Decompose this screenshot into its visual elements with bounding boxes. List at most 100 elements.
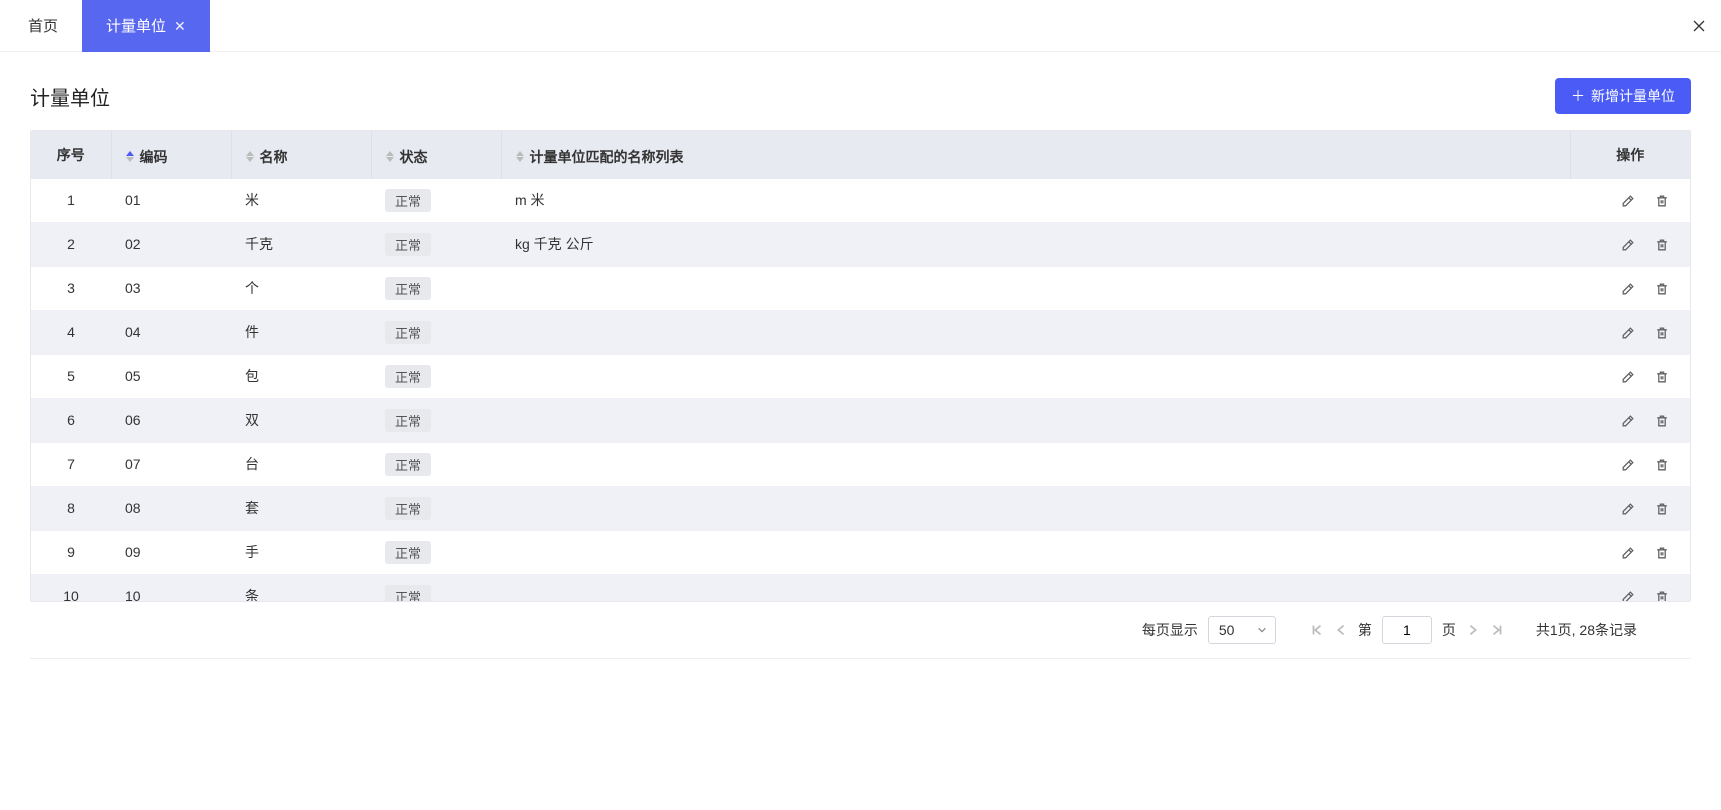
table-row: 10 10 条 正常: [31, 574, 1690, 601]
table-wrap: 序号 编码: [30, 130, 1691, 602]
edit-icon[interactable]: [1620, 545, 1636, 561]
page-wrap: 计量单位 ＋ 新增计量单位 序号: [0, 52, 1721, 677]
cell-index: 8: [31, 486, 111, 530]
th-status[interactable]: 状态: [371, 131, 501, 179]
delete-icon[interactable]: [1654, 193, 1670, 209]
cell-status: 正常: [371, 486, 501, 530]
cell-ops: [1570, 179, 1690, 223]
edit-icon[interactable]: [1620, 589, 1636, 601]
cell-index: 6: [31, 398, 111, 442]
table-row: 9 09 手 正常: [31, 530, 1690, 574]
data-table: 序号 编码: [31, 131, 1690, 601]
status-badge: 正常: [385, 585, 431, 602]
tabs-right-controls: [1689, 0, 1709, 52]
first-page-icon[interactable]: [1310, 623, 1324, 637]
edit-icon[interactable]: [1620, 413, 1636, 429]
prev-page-icon[interactable]: [1334, 623, 1348, 637]
th-code-label: 编码: [140, 147, 168, 167]
status-badge: 正常: [385, 497, 431, 520]
table-scroll[interactable]: 序号 编码: [31, 131, 1690, 601]
cell-ops: [1570, 398, 1690, 442]
cell-code: 01: [111, 179, 231, 223]
cell-ops: [1570, 310, 1690, 354]
cell-index: 1: [31, 179, 111, 223]
sort-icon[interactable]: [516, 151, 524, 162]
edit-icon[interactable]: [1620, 501, 1636, 517]
table-row: 1 01 米 正常 m 米: [31, 179, 1690, 223]
delete-icon[interactable]: [1654, 325, 1670, 341]
cell-code: 09: [111, 530, 231, 574]
th-alias[interactable]: 计量单位匹配的名称列表: [501, 131, 1570, 179]
delete-icon[interactable]: [1654, 237, 1670, 253]
page-prefix: 第: [1358, 620, 1372, 640]
edit-icon[interactable]: [1620, 193, 1636, 209]
th-code[interactable]: 编码: [111, 131, 231, 179]
cell-ops: [1570, 266, 1690, 310]
tabs-bar: 首页 计量单位 ✕: [0, 0, 1721, 52]
cell-code: 03: [111, 266, 231, 310]
page-suffix: 页: [1442, 620, 1456, 640]
th-index-label: 序号: [57, 147, 85, 163]
edit-icon[interactable]: [1620, 457, 1636, 473]
cell-code: 07: [111, 442, 231, 486]
th-name[interactable]: 名称: [231, 131, 371, 179]
edit-icon[interactable]: [1620, 237, 1636, 253]
cell-name: 件: [231, 310, 371, 354]
table-row: 2 02 千克 正常 kg 千克 公斤: [31, 222, 1690, 266]
cell-alias: [501, 398, 1570, 442]
panel: 计量单位 ＋ 新增计量单位 序号: [10, 62, 1711, 667]
sort-icon[interactable]: [246, 151, 254, 162]
sort-icon[interactable]: [386, 151, 394, 162]
th-status-label: 状态: [400, 147, 428, 167]
page-title: 计量单位: [30, 82, 110, 111]
cell-name: 套: [231, 486, 371, 530]
delete-icon[interactable]: [1654, 369, 1670, 385]
status-badge: 正常: [385, 365, 431, 388]
delete-icon[interactable]: [1654, 281, 1670, 297]
next-page-icon[interactable]: [1466, 623, 1480, 637]
cell-alias: [501, 442, 1570, 486]
page-header: 计量单位 ＋ 新增计量单位: [30, 78, 1691, 114]
status-badge: 正常: [385, 453, 431, 476]
tab-unit[interactable]: 计量单位 ✕: [82, 0, 210, 52]
cell-status: 正常: [371, 222, 501, 266]
sort-icon[interactable]: [126, 151, 134, 162]
tab-home[interactable]: 首页: [4, 0, 82, 52]
status-badge: 正常: [385, 233, 431, 256]
delete-icon[interactable]: [1654, 457, 1670, 473]
delete-icon[interactable]: [1654, 501, 1670, 517]
delete-icon[interactable]: [1654, 413, 1670, 429]
status-badge: 正常: [385, 409, 431, 432]
cell-code: 05: [111, 354, 231, 398]
tab-unit-label: 计量单位: [106, 15, 166, 36]
cell-code: 04: [111, 310, 231, 354]
cell-code: 10: [111, 574, 231, 601]
cell-ops: [1570, 442, 1690, 486]
cell-index: 2: [31, 222, 111, 266]
close-icon[interactable]: ✕: [174, 19, 186, 33]
cell-alias: [501, 266, 1570, 310]
th-index[interactable]: 序号: [31, 131, 111, 179]
cell-alias: [501, 354, 1570, 398]
delete-icon[interactable]: [1654, 545, 1670, 561]
last-page-icon[interactable]: [1490, 623, 1504, 637]
cell-name: 米: [231, 179, 371, 223]
cell-index: 10: [31, 574, 111, 601]
th-name-label: 名称: [260, 147, 288, 167]
plus-icon: ＋: [1571, 89, 1585, 103]
edit-icon[interactable]: [1620, 325, 1636, 341]
page-number-input[interactable]: [1382, 616, 1432, 644]
table-row: 7 07 台 正常: [31, 442, 1690, 486]
page-size-select[interactable]: 50: [1208, 616, 1276, 644]
edit-icon[interactable]: [1620, 369, 1636, 385]
cell-ops: [1570, 530, 1690, 574]
cell-status: 正常: [371, 398, 501, 442]
cell-ops: [1570, 222, 1690, 266]
status-badge: 正常: [385, 277, 431, 300]
add-unit-button[interactable]: ＋ 新增计量单位: [1555, 78, 1691, 114]
close-all-icon[interactable]: [1689, 16, 1709, 36]
cell-index: 5: [31, 354, 111, 398]
edit-icon[interactable]: [1620, 281, 1636, 297]
cell-alias: [501, 574, 1570, 601]
delete-icon[interactable]: [1654, 589, 1670, 601]
